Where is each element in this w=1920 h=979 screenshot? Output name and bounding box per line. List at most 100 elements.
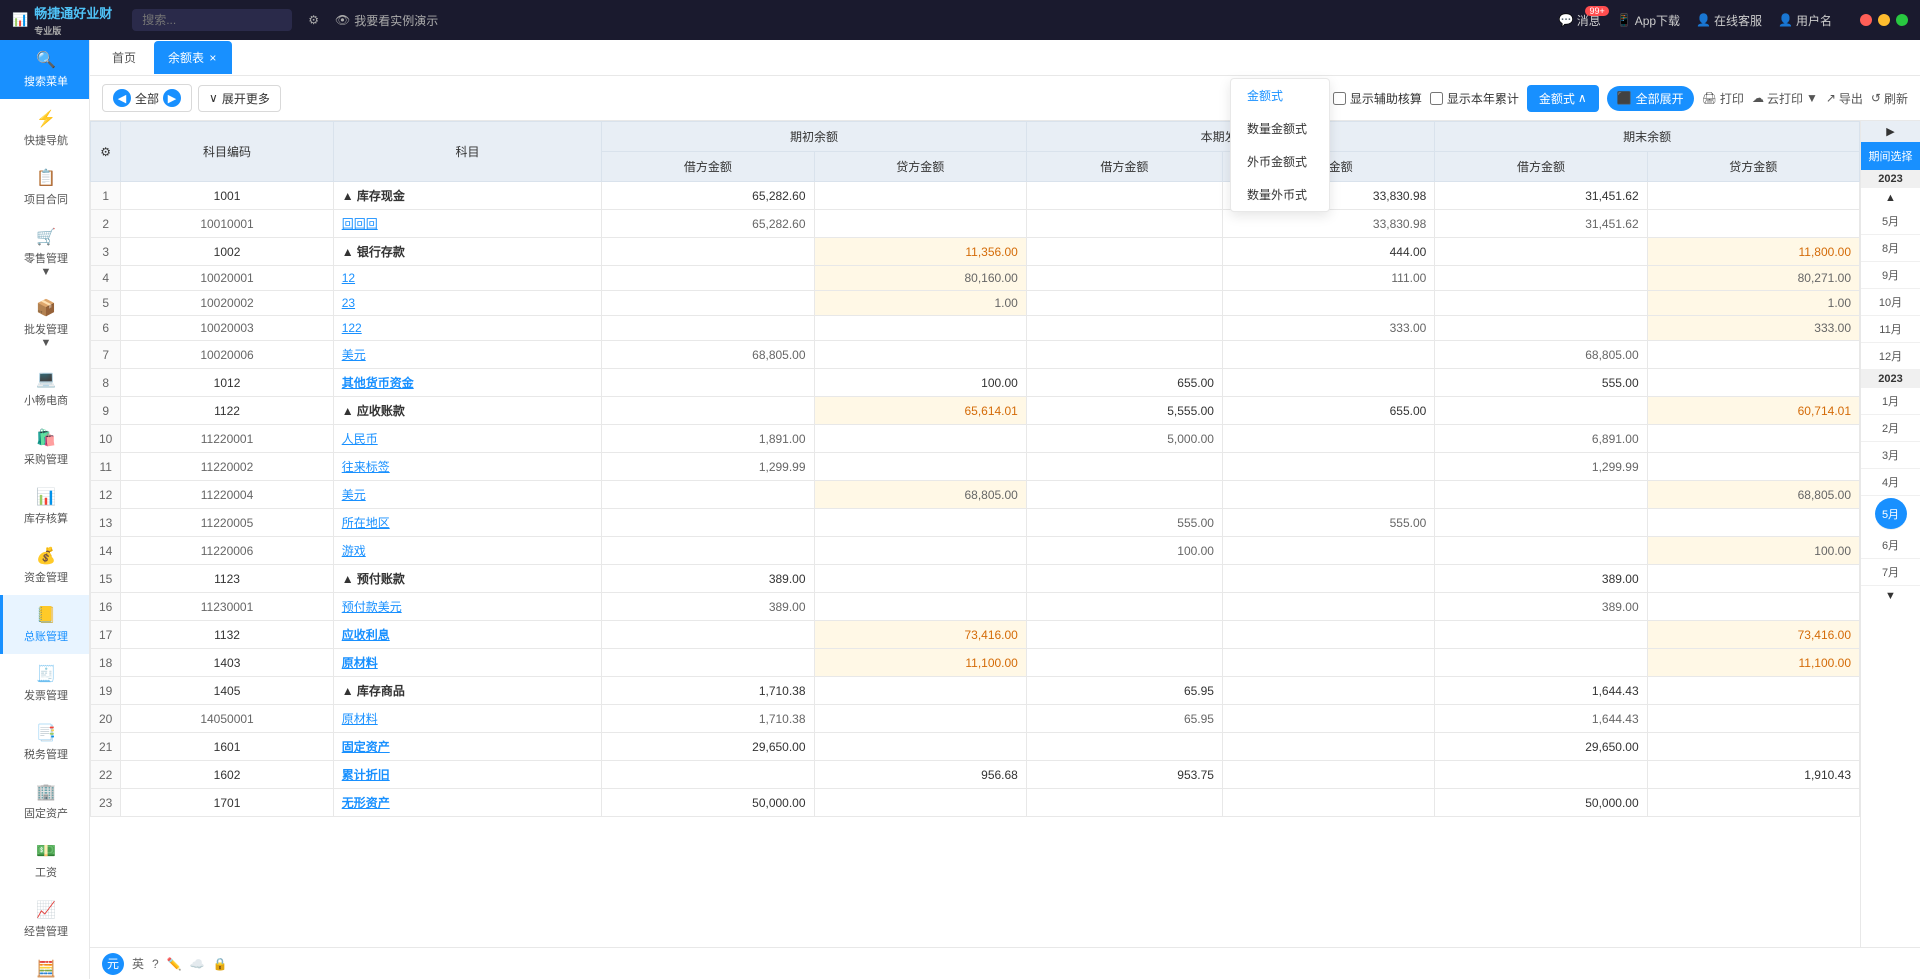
table-row[interactable]: 1011220001人民币1,891.005,000.006,891.00 bbox=[91, 425, 1860, 453]
breadcrumb-btn[interactable]: ◀ 全部 ▶ bbox=[102, 84, 192, 112]
table-row[interactable]: 171132应收利息73,416.0073,416.00 bbox=[91, 621, 1860, 649]
row-name[interactable]: 无形资产 bbox=[333, 789, 602, 817]
sidebar-item-retail[interactable]: 🛒 零售管理 ▼ bbox=[0, 217, 89, 288]
period-month-5-active[interactable]: 5月 bbox=[1875, 498, 1907, 530]
row-name[interactable]: 固定资产 bbox=[333, 733, 602, 761]
sidebar-item-project[interactable]: 📋 项目合同 bbox=[0, 158, 89, 217]
period-month-3[interactable]: 3月 bbox=[1861, 442, 1920, 469]
window-maximize-btn[interactable] bbox=[1896, 14, 1908, 26]
period-month-11[interactable]: 11月 bbox=[1861, 316, 1920, 343]
bottom-edit-icon[interactable]: ✏️ bbox=[167, 957, 182, 971]
period-month-4[interactable]: 4月 bbox=[1861, 469, 1920, 496]
period-collapse-btn[interactable]: ▶ bbox=[1861, 121, 1920, 142]
nav-right-icon[interactable]: ▶ bbox=[163, 89, 181, 107]
table-row[interactable]: 4100200011280,160.00111.0080,271.00 bbox=[91, 266, 1860, 291]
expand-more-btn[interactable]: ∨ 展开更多 bbox=[198, 85, 281, 112]
table-row[interactable]: 610020003122333.00333.00 bbox=[91, 316, 1860, 341]
dropdown-item-qty-amount[interactable]: 数量金额式 bbox=[1231, 112, 1329, 145]
table-row[interactable]: 81012其他货币资金100.00655.00555.00 bbox=[91, 369, 1860, 397]
period-month-10[interactable]: 10月 bbox=[1861, 289, 1920, 316]
dropdown-item-foreign-amount[interactable]: 外币金额式 bbox=[1231, 145, 1329, 178]
table-row[interactable]: 1111220002往来标签1,299.991,299.99 bbox=[91, 453, 1860, 481]
period-month-12[interactable]: 12月 bbox=[1861, 343, 1920, 370]
row-name[interactable]: 累计折旧 bbox=[333, 761, 602, 789]
sidebar-item-ecommerce[interactable]: 💻 小畅电商 bbox=[0, 359, 89, 418]
table-row[interactable]: 91122▲ 应收账款65,614.015,555.00655.0060,714… bbox=[91, 397, 1860, 425]
amount-mode-btn[interactable]: 金额式 ∧ bbox=[1527, 85, 1599, 112]
refresh-btn[interactable]: ↺ 刷新 bbox=[1871, 90, 1908, 107]
row-name[interactable]: 应收利息 bbox=[333, 621, 602, 649]
table-row[interactable]: 231701无形资产50,000.0050,000.00 bbox=[91, 789, 1860, 817]
sidebar-item-expense[interactable]: 🧮 小畅报销 bbox=[0, 949, 89, 979]
table-row[interactable]: 1211220004美元68,805.0068,805.00 bbox=[91, 481, 1860, 509]
table-row[interactable]: 1411220006游戏100.00100.00 bbox=[91, 537, 1860, 565]
table-row[interactable]: 151123▲ 预付账款389.00389.00 bbox=[91, 565, 1860, 593]
dropdown-item-qty-foreign[interactable]: 数量外币式 bbox=[1231, 178, 1329, 211]
table-row[interactable]: 510020002231.001.00 bbox=[91, 291, 1860, 316]
sidebar-item-management[interactable]: 📈 经营管理 bbox=[0, 890, 89, 949]
row-name[interactable]: 122 bbox=[333, 316, 602, 341]
sidebar-item-invoice[interactable]: 🧾 发票管理 bbox=[0, 654, 89, 713]
period-month-9[interactable]: 9月 bbox=[1861, 262, 1920, 289]
cloud-print-btn[interactable]: ☁ 云打印 ▼ bbox=[1752, 90, 1818, 107]
dropdown-item-amount[interactable]: 金额式 bbox=[1231, 79, 1329, 112]
table-row[interactable]: 211601固定资产29,650.0029,650.00 bbox=[91, 733, 1860, 761]
sidebar-item-payroll[interactable]: 💵 工资 bbox=[0, 831, 89, 890]
sidebar-item-inventory[interactable]: 📊 库存核算 bbox=[0, 477, 89, 536]
table-row[interactable]: 710020006美元68,805.0068,805.00 bbox=[91, 341, 1860, 369]
top-search-input[interactable] bbox=[132, 9, 292, 31]
sidebar-item-purchase[interactable]: 🛍️ 采购管理 bbox=[0, 418, 89, 477]
table-row[interactable]: 191405▲ 库存商品1,710.3865.951,644.43 bbox=[91, 677, 1860, 705]
bottom-yuan-icon[interactable]: 元 bbox=[102, 953, 124, 975]
bottom-lang-icon[interactable]: 英 bbox=[132, 955, 144, 972]
period-month-5-top[interactable]: 5月 bbox=[1861, 208, 1920, 235]
sidebar-item-tax[interactable]: 📑 税务管理 bbox=[0, 713, 89, 772]
online-service-btn[interactable]: 👤 在线客服 bbox=[1696, 12, 1762, 29]
sidebar-item-ledger[interactable]: 📒 总账管理 bbox=[0, 595, 89, 654]
row-name[interactable]: 12 bbox=[333, 266, 602, 291]
export-btn[interactable]: ↗ 导出 bbox=[1826, 90, 1863, 107]
table-row[interactable]: 221602累计折旧956.68953.751,910.43 bbox=[91, 761, 1860, 789]
tab-balance[interactable]: 余额表 × bbox=[154, 41, 232, 74]
ytd-checkbox[interactable] bbox=[1430, 92, 1443, 105]
table-row[interactable]: 1611230001预付款美元389.00389.00 bbox=[91, 593, 1860, 621]
row-name[interactable]: 23 bbox=[333, 291, 602, 316]
window-close-btn[interactable] bbox=[1860, 14, 1872, 26]
table-row[interactable]: 210010001回回回65,282.6033,830.9831,451.62 bbox=[91, 210, 1860, 238]
sidebar-item-wholesale[interactable]: 📦 批发管理 ▼ bbox=[0, 288, 89, 359]
nav-left-icon[interactable]: ◀ bbox=[113, 89, 131, 107]
table-row[interactable]: 2014050001原材料1,710.3865.951,644.43 bbox=[91, 705, 1860, 733]
table-row[interactable]: 31002▲ 银行存款11,356.00444.0011,800.00 bbox=[91, 238, 1860, 266]
table-row[interactable]: 1311220005所在地区555.00555.00 bbox=[91, 509, 1860, 537]
period-month-7[interactable]: 7月 bbox=[1861, 559, 1920, 586]
row-name[interactable]: 原材料 bbox=[333, 649, 602, 677]
bottom-lock-icon[interactable]: 🔒 bbox=[213, 957, 228, 971]
sidebar-item-search[interactable]: 🔍 搜索菜单 bbox=[0, 40, 89, 99]
period-month-8[interactable]: 8月 bbox=[1861, 235, 1920, 262]
period-nav-down[interactable]: ▼ bbox=[1861, 586, 1920, 606]
bottom-help-icon[interactable]: ? bbox=[152, 957, 159, 971]
expand-all-btn[interactable]: ⬛ 全部展开 bbox=[1607, 86, 1694, 111]
row-name[interactable]: 预付款美元 bbox=[333, 593, 602, 621]
period-month-2[interactable]: 2月 bbox=[1861, 415, 1920, 442]
window-minimize-btn[interactable] bbox=[1878, 14, 1890, 26]
message-btn[interactable]: 💬 消息 99+ bbox=[1559, 12, 1601, 29]
table-row[interactable]: 11001▲ 库存现金65,282.6033,830.9831,451.62 bbox=[91, 182, 1860, 210]
bottom-cloud-icon[interactable]: ☁️ bbox=[190, 957, 205, 971]
print-btn[interactable]: 🖨 打印 bbox=[1702, 90, 1744, 107]
settings-col-header[interactable]: ⚙ bbox=[91, 122, 121, 182]
gear-icon[interactable]: ⚙ bbox=[308, 13, 319, 27]
demo-link[interactable]: 👁 我要看实例演示 bbox=[335, 12, 438, 29]
period-month-1[interactable]: 1月 bbox=[1861, 388, 1920, 415]
table-row[interactable]: 181403原材料11,100.0011,100.00 bbox=[91, 649, 1860, 677]
sidebar-item-quick-nav[interactable]: ⚡ 快捷导航 bbox=[0, 99, 89, 158]
row-name[interactable]: 其他货币资金 bbox=[333, 369, 602, 397]
period-nav-up[interactable]: ▲ bbox=[1861, 188, 1920, 208]
period-month-6[interactable]: 6月 bbox=[1861, 532, 1920, 559]
auxiliary-checkbox[interactable] bbox=[1333, 92, 1346, 105]
app-download-btn[interactable]: 📱 App下载 bbox=[1617, 12, 1680, 29]
sidebar-item-assets[interactable]: 🏢 固定资产 bbox=[0, 772, 89, 831]
user-avatar[interactable]: 👤 用户名 bbox=[1778, 12, 1832, 29]
tab-close-btn[interactable]: × bbox=[207, 51, 218, 65]
sidebar-item-capital[interactable]: 💰 资金管理 bbox=[0, 536, 89, 595]
